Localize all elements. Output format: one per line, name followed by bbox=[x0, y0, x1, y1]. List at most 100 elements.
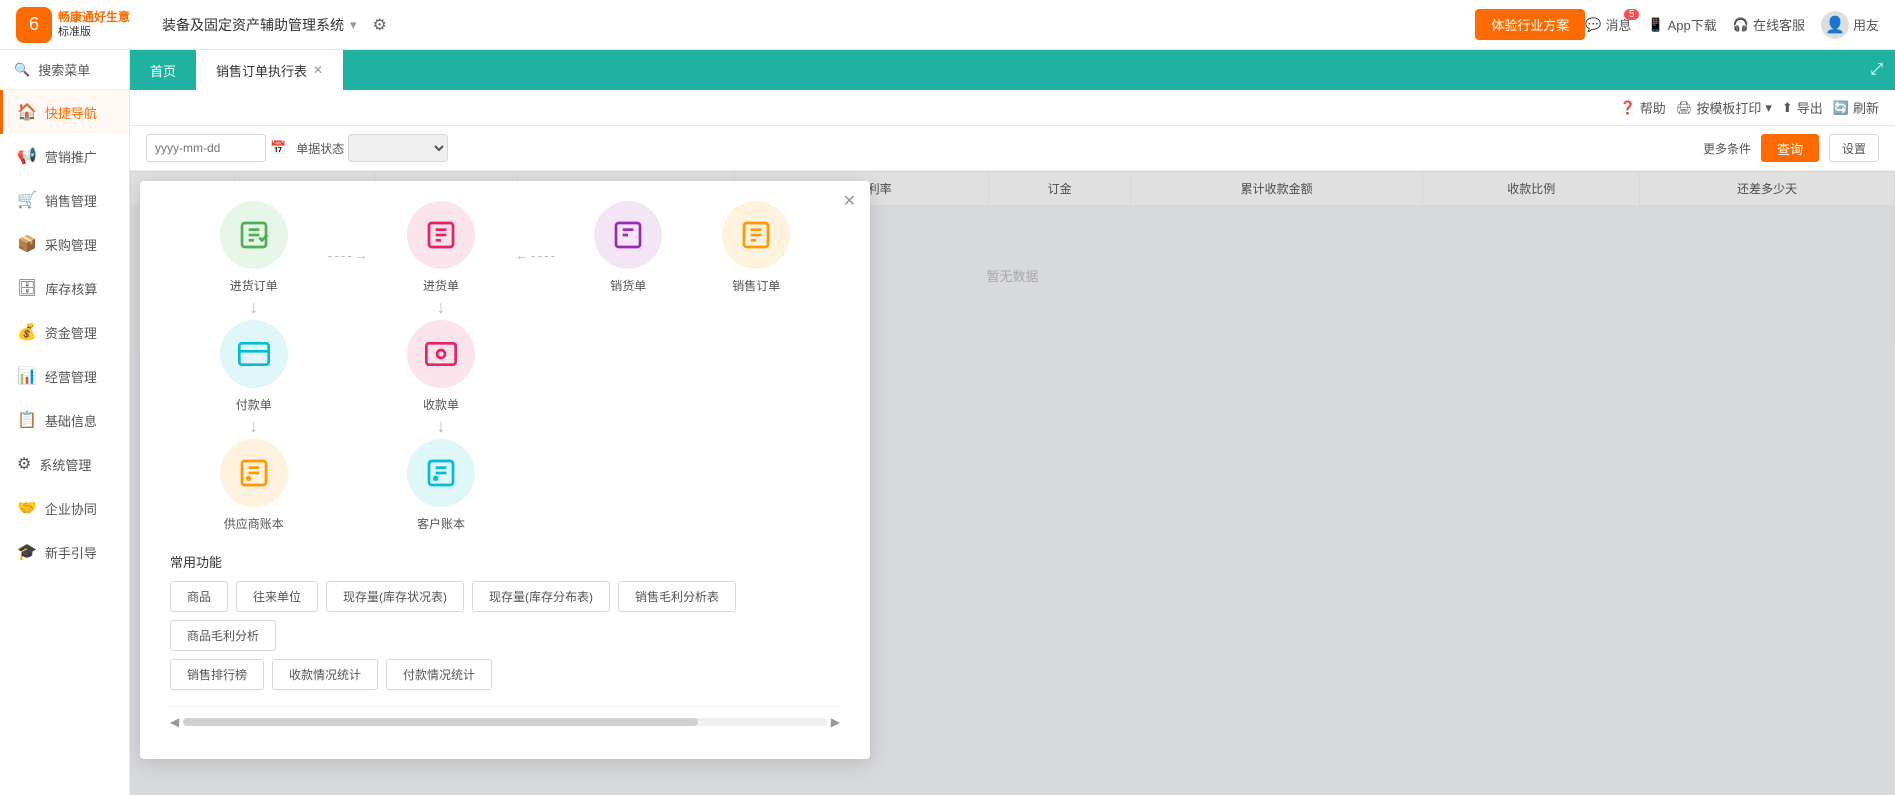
toolbar-actions: ❓ 帮助 🖨 按模板打印 ▾ ⬆ 导出 🔄 刷新 bbox=[1620, 98, 1879, 117]
func-btn-goods-margin[interactable]: 商品毛利分析 bbox=[170, 620, 276, 651]
print-dropdown-icon: ▾ bbox=[1765, 100, 1772, 116]
flow-supplier-node: 供应商账本 bbox=[220, 439, 288, 532]
scroll-track[interactable] bbox=[183, 718, 827, 726]
common-functions: 常用功能 商品 往来单位 现存量(库存状况表) 现存量(库存分布表) 销售毛利分… bbox=[170, 552, 840, 690]
sidebar-item-sales[interactable]: 🛒 销售管理 bbox=[0, 178, 129, 222]
sidebar-item-system[interactable]: ⚙ 系统管理 bbox=[0, 442, 129, 486]
flow-customer-node: 客户账本 bbox=[407, 439, 475, 532]
status-filter: 单据状态 bbox=[296, 134, 448, 162]
tab-maximize-icon[interactable]: ⤢ bbox=[1870, 61, 1883, 79]
print-icon: 🖨 bbox=[1676, 100, 1693, 116]
sidebar-item-collab[interactable]: 🤝 企业协同 bbox=[0, 486, 129, 530]
purchase-bill-circle bbox=[407, 201, 475, 269]
search-icon: 🔍 bbox=[14, 62, 30, 78]
sidebar-item-inventory[interactable]: 🗄 库存核算 bbox=[0, 266, 129, 310]
basic-icon: 📋 bbox=[17, 410, 37, 430]
table-area: 品 商品 金额 预估毛利 预估毛利率 订金 累计收款金额 收款比例 还差多少天 bbox=[130, 171, 1895, 795]
func-btn-payment-stats[interactable]: 付款情况统计 bbox=[386, 659, 492, 690]
phone-icon: 📱 bbox=[1647, 17, 1663, 33]
tab-sales-order[interactable]: 销售订单执行表 ✕ bbox=[196, 50, 343, 90]
flow-sales-bill-node: 销货单 bbox=[594, 201, 662, 294]
message-badge: 5 bbox=[1624, 9, 1640, 20]
message-btn[interactable]: 💬 消息 5 bbox=[1585, 15, 1631, 34]
export-btn[interactable]: ⬆ 导出 bbox=[1782, 98, 1823, 117]
business-icon: 📊 bbox=[17, 366, 37, 386]
help-btn[interactable]: ❓ 帮助 bbox=[1620, 98, 1666, 117]
export-icon: ⬆ bbox=[1782, 100, 1793, 116]
purchase-order-label: 进货订单 bbox=[230, 277, 278, 294]
flow-payment-node: 付款单 bbox=[220, 320, 288, 413]
flow-purchase-order-node: 进货订单 bbox=[220, 201, 288, 294]
settings-btn[interactable]: 设置 bbox=[1829, 134, 1879, 162]
template-print-btn[interactable]: 🖨 按模板打印 ▾ bbox=[1676, 98, 1772, 117]
scroll-left-arrow[interactable]: ◀ bbox=[170, 715, 179, 729]
purchase-bill-label: 进货单 bbox=[423, 277, 459, 294]
sales-bill-label: 销货单 bbox=[610, 277, 646, 294]
tab-home[interactable]: 首页 bbox=[130, 50, 196, 90]
headset-icon: 🎧 bbox=[1733, 17, 1749, 33]
service-btn[interactable]: 🎧 在线客服 bbox=[1733, 15, 1805, 34]
more-conditions-btn[interactable]: 更多条件 bbox=[1703, 140, 1751, 157]
app-download-btn[interactable]: 📱 App下载 bbox=[1647, 15, 1716, 34]
sales-order-label: 销售订单 bbox=[732, 277, 780, 294]
func-btn-receipt-stats[interactable]: 收款情况统计 bbox=[272, 659, 378, 690]
scroll-thumb bbox=[183, 718, 698, 726]
sales-bill-circle bbox=[594, 201, 662, 269]
marketing-icon: 📢 bbox=[17, 146, 37, 166]
func-btn-sales-rank[interactable]: 销售排行榜 bbox=[170, 659, 264, 690]
func-btn-stock-status[interactable]: 现存量(库存状况表) bbox=[326, 581, 464, 612]
query-btn[interactable]: 查询 bbox=[1761, 134, 1819, 162]
help-icon: ❓ bbox=[1620, 100, 1636, 116]
settings-icon[interactable]: ⚙ bbox=[373, 15, 387, 35]
purchase-icon: 📦 bbox=[17, 234, 37, 254]
filter-bar: 📅 单据状态 更多条件 查询 设置 bbox=[130, 126, 1895, 171]
popup-overlay: ✕ 进货订单 ↓ bbox=[130, 171, 1895, 795]
refresh-icon: 🔄 bbox=[1833, 100, 1849, 116]
dropdown-arrow-icon[interactable]: ▾ bbox=[350, 17, 357, 33]
search-menu-btn[interactable]: 🔍 搜索菜单 bbox=[0, 50, 129, 90]
collab-icon: 🤝 bbox=[17, 498, 37, 518]
newbie-icon: 🎓 bbox=[17, 542, 37, 562]
scroll-right-arrow[interactable]: ▶ bbox=[831, 715, 840, 729]
popup-close-btn[interactable]: ✕ bbox=[843, 191, 856, 211]
date-from-input[interactable] bbox=[146, 134, 266, 162]
arrow-down-3: ↓ bbox=[249, 417, 258, 435]
sidebar-item-basic[interactable]: 📋 基础信息 bbox=[0, 398, 129, 442]
calendar-icon[interactable]: 📅 bbox=[270, 140, 286, 156]
sidebar-item-quick[interactable]: 🏠 快捷导航 bbox=[0, 90, 129, 134]
sidebar-item-business[interactable]: 📊 经营管理 bbox=[0, 354, 129, 398]
popup-scrollbar: ◀ ▶ bbox=[170, 706, 840, 729]
sidebar-item-marketing[interactable]: 📢 营销推广 bbox=[0, 134, 129, 178]
func-buttons-row1: 商品 往来单位 现存量(库存状况表) 现存量(库存分布表) 销售毛利分析表 商品… bbox=[170, 581, 840, 651]
quick-guide-popup: ✕ 进货订单 ↓ bbox=[140, 181, 870, 759]
arrow-down-1: ↓ bbox=[249, 298, 258, 316]
trial-btn[interactable]: 体验行业方案 bbox=[1475, 9, 1585, 40]
customer-circle bbox=[407, 439, 475, 507]
func-btn-goods[interactable]: 商品 bbox=[170, 581, 228, 612]
content-toolbar: ❓ 帮助 🖨 按模板打印 ▾ ⬆ 导出 🔄 刷新 bbox=[130, 90, 1895, 126]
message-icon: 💬 bbox=[1585, 17, 1601, 33]
date-filter: 📅 bbox=[146, 134, 286, 162]
payment-circle bbox=[220, 320, 288, 388]
system-icon: ⚙ bbox=[17, 454, 31, 474]
sales-order-circle bbox=[722, 201, 790, 269]
tab-close-icon[interactable]: ✕ bbox=[313, 63, 323, 77]
func-btn-sales-margin[interactable]: 销售毛利分析表 bbox=[618, 581, 736, 612]
refresh-btn[interactable]: 🔄 刷新 bbox=[1833, 98, 1879, 117]
logo-text: 畅康通好生意 标准版 bbox=[58, 10, 130, 40]
sidebar-item-finance[interactable]: 💰 资金管理 bbox=[0, 310, 129, 354]
system-title-area: 装备及固定资产辅助管理系统 ▾ ⚙ bbox=[162, 15, 1459, 35]
quick-icon: 🏠 bbox=[17, 102, 37, 122]
func-btn-stock-dist[interactable]: 现存量(库存分布表) bbox=[472, 581, 610, 612]
sales-icon: 🛒 bbox=[17, 190, 37, 210]
sidebar-item-purchase[interactable]: 📦 采购管理 bbox=[0, 222, 129, 266]
user-area[interactable]: 👤 用友 bbox=[1821, 11, 1879, 39]
status-select[interactable] bbox=[348, 134, 448, 162]
sidebar: 🔍 搜索菜单 🏠 快捷导航 📢 营销推广 🛒 销售管理 📦 采购管理 🗄 bbox=[0, 50, 130, 795]
func-btn-contacts[interactable]: 往来单位 bbox=[236, 581, 318, 612]
arrow-down-4: ↓ bbox=[437, 417, 446, 435]
receipt-circle bbox=[407, 320, 475, 388]
sidebar-item-newbie[interactable]: 🎓 新手引导 bbox=[0, 530, 129, 574]
inventory-icon: 🗄 bbox=[17, 278, 37, 298]
common-func-title: 常用功能 bbox=[170, 552, 840, 571]
